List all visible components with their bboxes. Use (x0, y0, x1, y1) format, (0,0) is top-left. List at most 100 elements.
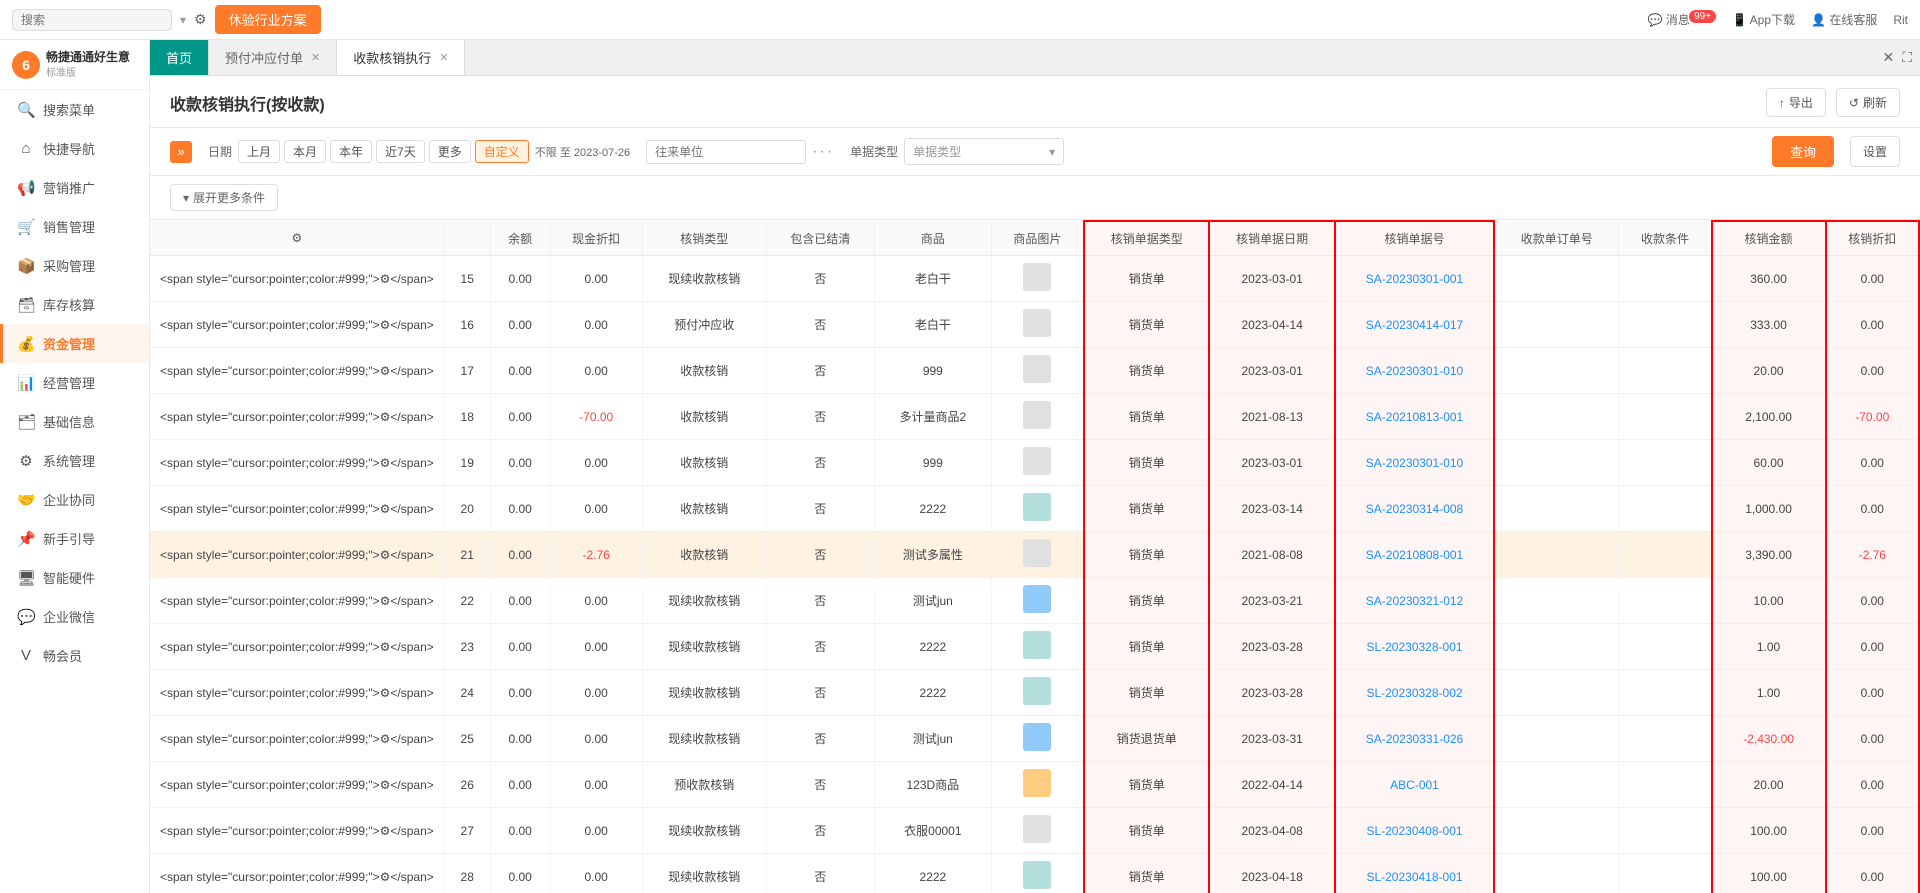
bill-no-link[interactable]: SL-20230328-002 (1366, 686, 1462, 700)
bill-type-select[interactable]: 单据类型 ▾ (904, 138, 1064, 165)
cell-cancel_bill_type: 销货单 (1084, 670, 1209, 716)
tab-prepay[interactable]: 预付冲应付单✕ (209, 40, 337, 75)
industry-solution-button[interactable]: 休验行业方案 (215, 5, 321, 34)
cell-settings: <span style="cursor:pointer;color:#999;"… (150, 486, 444, 532)
cell-cancel_bill_no[interactable]: SL-20230328-001 (1335, 624, 1494, 670)
select-arrow-icon: ▾ (1049, 145, 1055, 159)
this-year-btn[interactable]: 本年 (330, 140, 372, 163)
bill-no-link[interactable]: SA-20230301-010 (1366, 364, 1463, 378)
cell-receipt_condition (1619, 486, 1712, 532)
bill-no-link[interactable]: SL-20230408-001 (1366, 824, 1462, 838)
close-tab-prepay-icon[interactable]: ✕ (311, 51, 320, 64)
sidebar-item-quick[interactable]: ⌂快捷导航 (0, 129, 149, 168)
table-header-row: ⚙余额现金折扣核销类型包含已结清商品商品图片核销单据类型核销单据日期核销单据号收… (150, 221, 1919, 256)
last-7days-btn[interactable]: 近7天 (376, 140, 425, 163)
cell-cancel_bill_no[interactable]: SA-20210808-001 (1335, 532, 1494, 578)
sidebar-item-inventory[interactable]: 🗃库存核算 (0, 285, 149, 324)
table-area[interactable]: ⚙余额现金折扣核销类型包含已结清商品商品图片核销单据类型核销单据日期核销单据号收… (150, 220, 1920, 893)
search-input[interactable] (12, 9, 172, 31)
this-month-btn[interactable]: 本月 (284, 140, 326, 163)
cell-cancel_bill_no[interactable]: SA-20230414-017 (1335, 302, 1494, 348)
cell-cancel_bill_type: 销货单 (1084, 440, 1209, 486)
cell-cancel_bill_no[interactable]: SL-20230328-002 (1335, 670, 1494, 716)
close-tab-icon[interactable]: ✕ (1882, 49, 1894, 66)
cell-goods_img (991, 394, 1084, 440)
member-icon: V (17, 647, 35, 664)
sidebar-item-system[interactable]: ⚙系统管理 (0, 441, 149, 480)
bill-no-link[interactable]: SA-20230414-017 (1366, 318, 1463, 332)
cell-receipt_order (1494, 486, 1619, 532)
bill-no-link[interactable]: SL-20230328-001 (1366, 640, 1462, 654)
partner-input[interactable] (646, 140, 806, 164)
cell-cancel_bill_no[interactable]: SA-20230301-010 (1335, 348, 1494, 394)
cell-cancel_bill_no[interactable]: SA-20230301-010 (1335, 440, 1494, 486)
online-service-link[interactable]: 👤 在线客服 (1811, 11, 1877, 28)
table-settings-button[interactable]: 设置 (1850, 136, 1900, 167)
cell-cancel_discount: 0.00 (1826, 256, 1919, 302)
bill-no-link[interactable]: SA-20210813-001 (1366, 410, 1463, 424)
cell-cancel_bill_no[interactable]: SA-20230301-001 (1335, 256, 1494, 302)
sidebar-item-purchase[interactable]: 📦采购管理 (0, 246, 149, 285)
app-download-link[interactable]: 📱 App下载 (1732, 11, 1795, 28)
cell-cancel_bill_no[interactable]: SA-20230314-008 (1335, 486, 1494, 532)
cell-cancel_bill_no[interactable]: ABC-001 (1335, 762, 1494, 808)
refresh-button[interactable]: ↺ 刷新 (1836, 88, 1900, 117)
col-header-cancel_discount: 核销折扣 (1826, 221, 1919, 256)
custom-date-btn[interactable]: 自定义 (475, 140, 529, 163)
cell-cash_discount: 0.00 (550, 624, 642, 670)
sidebar-item-member[interactable]: V畅会员 (0, 636, 149, 675)
sidebar-item-guide[interactable]: 📌新手引导 (0, 519, 149, 558)
cell-settings: <span style="cursor:pointer;color:#999;"… (150, 716, 444, 762)
bill-no-link[interactable]: SA-20210808-001 (1366, 548, 1463, 562)
tab-home[interactable]: 首页 (150, 40, 209, 75)
cell-cancel_bill_no[interactable]: SA-20230331-026 (1335, 716, 1494, 762)
sidebar-item-sales[interactable]: 🛒销售管理 (0, 207, 149, 246)
cell-goods: 老白干 (874, 302, 991, 348)
cell-cancel_discount: 0.00 (1826, 624, 1919, 670)
cell-seq: 17 (444, 348, 490, 394)
messages-area[interactable]: 💬 消息 99+ (1647, 11, 1716, 28)
cell-cancel_bill_no[interactable]: SA-20210813-001 (1335, 394, 1494, 440)
bill-no-link[interactable]: SA-20230314-008 (1366, 502, 1463, 516)
export-button[interactable]: ↑ 导出 (1766, 88, 1826, 117)
bill-no-link[interactable]: ABC-001 (1390, 778, 1439, 792)
tab-receipt[interactable]: 收款核销执行✕ (337, 40, 465, 75)
page-header-actions: ↑ 导出 ↺ 刷新 (1766, 88, 1900, 117)
bill-no-link[interactable]: SA-20230301-001 (1366, 272, 1463, 286)
cell-cash_discount: -70.00 (550, 394, 642, 440)
sidebar-item-label: 销售管理 (43, 217, 95, 236)
cell-balance: 0.00 (490, 532, 550, 578)
bill-no-link[interactable]: SA-20230301-010 (1366, 456, 1463, 470)
cell-cancel_bill_no[interactable]: SL-20230408-001 (1335, 808, 1494, 854)
cell-seq: 15 (444, 256, 490, 302)
close-tab-receipt-icon[interactable]: ✕ (439, 51, 448, 64)
filter-toggle-button[interactable]: » (170, 141, 192, 163)
sidebar-item-corp[interactable]: 🤝企业协同 (0, 480, 149, 519)
bill-no-link[interactable]: SL-20230418-001 (1366, 870, 1462, 884)
expand-more-button[interactable]: ▾ 展开更多条件 (170, 184, 278, 211)
bill-no-link[interactable]: SA-20230331-026 (1366, 732, 1463, 746)
maximize-icon[interactable]: ⛶ (1902, 49, 1912, 66)
cell-receipt_condition (1619, 716, 1712, 762)
wechat-icon: 💬 (17, 608, 35, 626)
cell-goods_img (991, 302, 1084, 348)
cell-seq: 21 (444, 532, 490, 578)
cell-cancel_type: 现续收款核销 (642, 256, 766, 302)
user-name[interactable]: Rit (1893, 13, 1908, 27)
cell-cancel_bill_no[interactable]: SA-20230321-012 (1335, 578, 1494, 624)
more-date-btn[interactable]: 更多 (429, 140, 471, 163)
sidebar-item-wechat[interactable]: 💬企业微信 (0, 597, 149, 636)
bill-no-link[interactable]: SA-20230321-012 (1366, 594, 1463, 608)
cell-included: 否 (766, 256, 874, 302)
partner-dots[interactable]: ··· (812, 143, 834, 161)
sidebar-item-finance[interactable]: 💰资金管理 (0, 324, 149, 363)
sidebar-item-search[interactable]: 🔍搜索菜单 (0, 90, 149, 129)
cell-cancel_bill_no[interactable]: SL-20230418-001 (1335, 854, 1494, 893)
sidebar-item-marketing[interactable]: 📢营销推广 (0, 168, 149, 207)
last-month-btn[interactable]: 上月 (238, 140, 280, 163)
query-button[interactable]: 查询 (1772, 136, 1834, 167)
sidebar-item-operation[interactable]: 📊经营管理 (0, 363, 149, 402)
sidebar-item-hardware[interactable]: 🖥智能硬件 (0, 558, 149, 597)
settings-icon[interactable]: ⚙ (194, 11, 207, 28)
sidebar-item-basic[interactable]: 🗂基础信息 (0, 402, 149, 441)
